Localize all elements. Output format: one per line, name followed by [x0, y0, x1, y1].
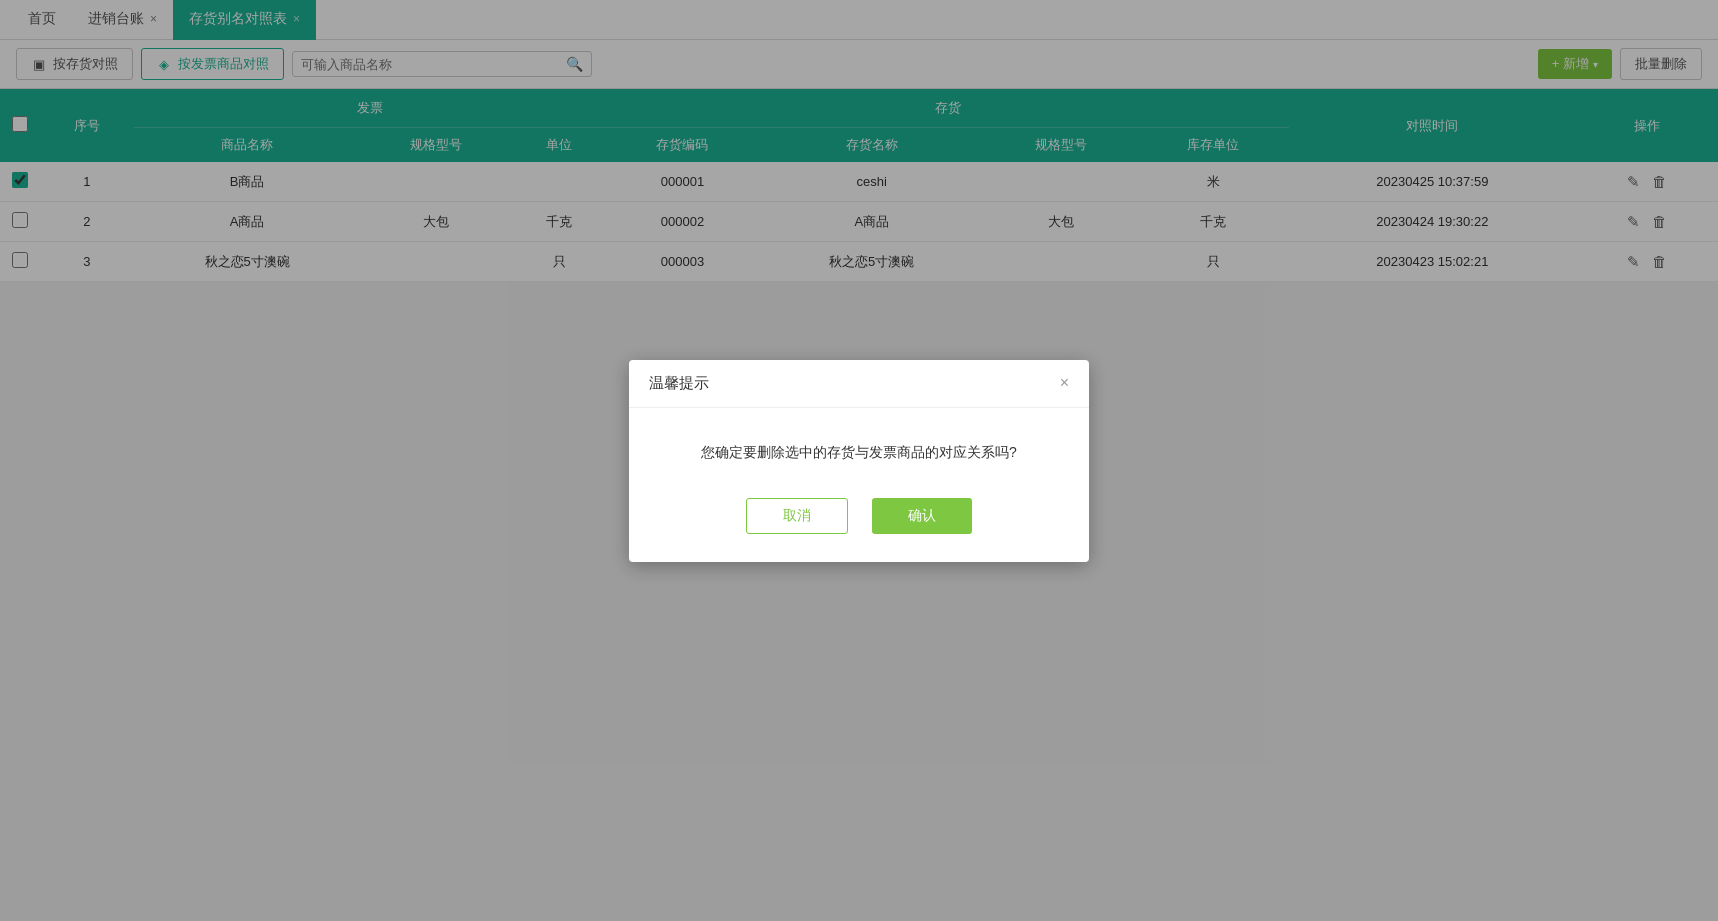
- dialog-overlay: 温馨提示 × 您确定要删除选中的存货与发票商品的对应关系吗? 取消 确认: [0, 0, 1718, 282]
